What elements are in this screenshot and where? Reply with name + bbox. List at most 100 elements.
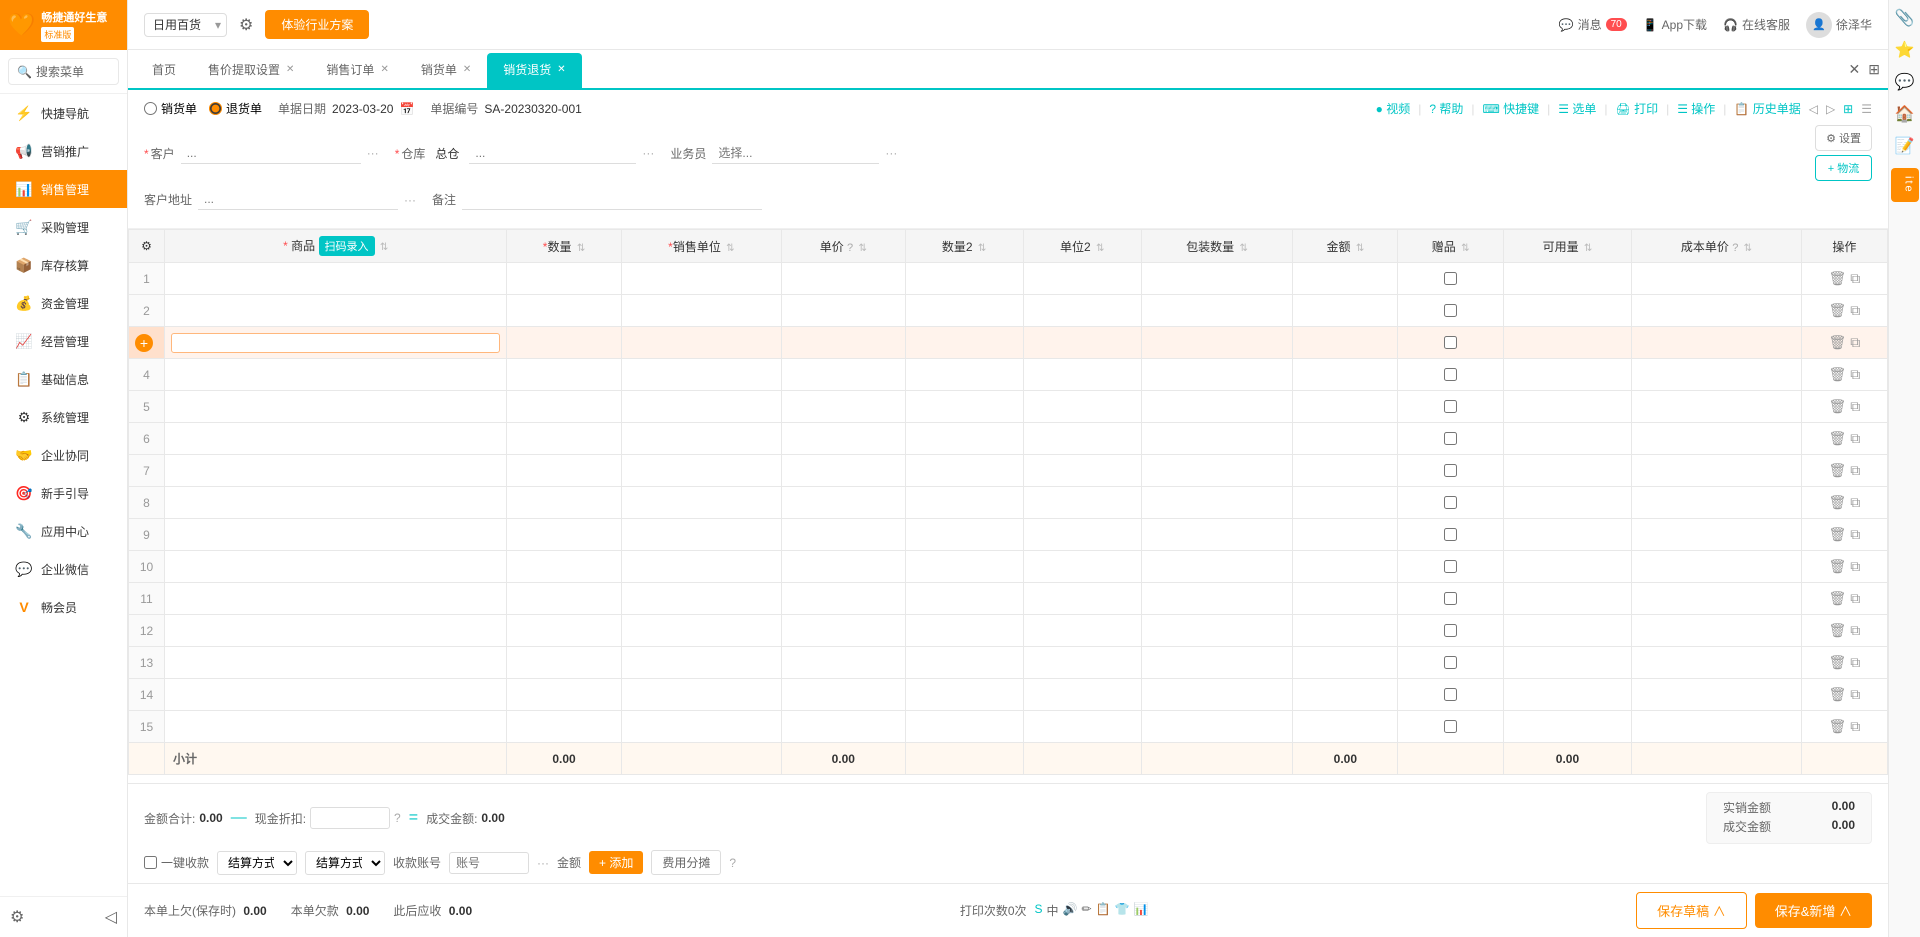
save-new-button[interactable]: 保存&新增 ∧: [1755, 893, 1872, 928]
tab-home[interactable]: 首页: [136, 53, 192, 88]
search-menu-button[interactable]: 🔍 搜索菜单: [8, 58, 119, 85]
row-1-pack-qty[interactable]: [1141, 263, 1292, 295]
accounting-method-select[interactable]: 结算方式: [217, 851, 297, 875]
row-2-available[interactable]: [1503, 295, 1631, 327]
toolbar-history[interactable]: 📋 历史单据: [1734, 100, 1800, 117]
row-2-qty[interactable]: [507, 295, 621, 327]
footer-icon-2[interactable]: 中: [1047, 902, 1059, 919]
help-icon[interactable]: ?: [394, 811, 401, 825]
row-3-available[interactable]: [1503, 327, 1631, 359]
row-3-unit2[interactable]: [1023, 327, 1141, 359]
row-3-copy-icon[interactable]: ⧉: [1850, 334, 1860, 351]
row-3-price[interactable]: [782, 327, 905, 359]
customer-input[interactable]: [181, 143, 361, 164]
tab-sale-close[interactable]: ✕: [463, 64, 471, 75]
qty2-sort[interactable]: ⇅: [978, 243, 986, 254]
footer-icon-7[interactable]: 📊: [1133, 902, 1148, 919]
available-sort[interactable]: ⇅: [1584, 243, 1592, 254]
barcode-scan-button[interactable]: 扫码录入: [319, 236, 375, 256]
unit2-sort[interactable]: ⇅: [1096, 243, 1104, 254]
sidebar-item-finance[interactable]: 💰 资金管理: [0, 284, 127, 322]
row-3-cost-price[interactable]: [1632, 327, 1802, 359]
right-sidebar-orange-tab[interactable]: ite: [1891, 168, 1919, 202]
salesperson-input[interactable]: [712, 143, 879, 164]
row-1-price[interactable]: [782, 263, 905, 295]
salesperson-more-icon[interactable]: ···: [885, 146, 897, 160]
sidebar-item-member[interactable]: V 畅会员: [0, 588, 127, 626]
toolbar-video[interactable]: ● 视频: [1376, 100, 1411, 117]
fee-help-icon[interactable]: ?: [729, 856, 736, 870]
sidebar-item-system[interactable]: ⚙ 系统管理: [0, 398, 127, 436]
user-profile-item[interactable]: 👤 徐泽华: [1806, 12, 1872, 38]
app-download-item[interactable]: 📱 App下载: [1643, 16, 1707, 33]
sidebar-item-apps[interactable]: 🔧 应用中心: [0, 512, 127, 550]
row-1-cost-price[interactable]: [1632, 263, 1802, 295]
footer-icon-5[interactable]: 📋: [1096, 902, 1111, 919]
row-2-product[interactable]: [165, 295, 507, 327]
row-1-product[interactable]: [165, 263, 507, 295]
sidebar-item-purchase[interactable]: 🛒 采购管理: [0, 208, 127, 246]
sidebar-item-wechat[interactable]: 💬 企业微信: [0, 550, 127, 588]
radio-sale-doc[interactable]: 销货单: [144, 100, 197, 117]
row-2-unit2[interactable]: [1023, 295, 1141, 327]
amount-sort[interactable]: ⇅: [1356, 243, 1364, 254]
toolbar-shortcuts[interactable]: ⌨ 快捷键: [1483, 100, 1540, 117]
sidebar-item-basics[interactable]: 📋 基础信息: [0, 360, 127, 398]
account-no-input[interactable]: [449, 852, 529, 874]
sidebar-settings-icon[interactable]: ⚙: [10, 907, 24, 927]
topbar-gear-icon[interactable]: ⚙: [239, 15, 253, 35]
sidebar-collapse-icon[interactable]: ◁: [105, 907, 117, 927]
toolbar-list-icon[interactable]: ☰: [1861, 102, 1872, 116]
footer-icon-3[interactable]: 🔊: [1063, 902, 1078, 919]
save-draft-button[interactable]: 保存草稿 ∧: [1636, 892, 1747, 929]
sidebar-item-enterprise[interactable]: 🤝 企业协同: [0, 436, 127, 474]
row-1-qty2[interactable]: [905, 263, 1023, 295]
row-3-gift[interactable]: [1398, 327, 1503, 359]
price-help-icon[interactable]: ?: [847, 242, 853, 254]
tab-sale-return-close[interactable]: ✕: [557, 64, 565, 75]
tab-fullscreen-icon[interactable]: ⊞: [1868, 61, 1880, 78]
sidebar-item-marketing[interactable]: 📢 营销推广: [0, 132, 127, 170]
row-2-copy-icon[interactable]: ⧉: [1850, 302, 1860, 319]
row-3-qty[interactable]: [507, 327, 621, 359]
notification-item[interactable]: 💬 消息 70: [1559, 16, 1627, 33]
right-sidebar-icon-3[interactable]: 💬: [1895, 72, 1915, 92]
sidebar-item-operations[interactable]: 📈 经营管理: [0, 322, 127, 360]
online-service-item[interactable]: 🎧 在线客服: [1723, 16, 1790, 33]
address-more-icon[interactable]: ···: [404, 193, 416, 207]
customer-more-icon[interactable]: ···: [367, 146, 379, 160]
row-1-gift[interactable]: [1398, 263, 1503, 295]
row-3-gift-check[interactable]: [1444, 336, 1457, 349]
product-sort[interactable]: ⇅: [380, 242, 388, 253]
row-2-delete-icon[interactable]: 🗑: [1829, 302, 1847, 319]
radio-return-doc[interactable]: 退货单: [209, 100, 262, 117]
row-2-amount[interactable]: [1293, 295, 1398, 327]
row-1-delete-icon[interactable]: 🗑: [1829, 270, 1847, 287]
row-3-amount[interactable]: [1293, 327, 1398, 359]
row-2-price[interactable]: [782, 295, 905, 327]
row-add-button[interactable]: +: [135, 334, 153, 352]
row-2-unit[interactable]: [621, 295, 781, 327]
right-sidebar-icon-1[interactable]: 📎: [1895, 8, 1915, 28]
add-payment-button[interactable]: + 添加: [589, 851, 643, 874]
unit-sort[interactable]: ⇅: [726, 243, 734, 254]
tab-sale[interactable]: 销货单 ✕: [405, 53, 487, 88]
toolbar-help[interactable]: ? 帮助: [1429, 100, 1463, 117]
calendar-icon[interactable]: 📅: [399, 102, 414, 116]
tab-sale-order-close[interactable]: ✕: [380, 64, 388, 75]
toolbar-grid-icon[interactable]: ⊞: [1843, 102, 1853, 116]
toolbar-select[interactable]: ☰ 选单: [1558, 100, 1596, 117]
fee-split-button[interactable]: 费用分摊: [651, 850, 721, 875]
row-1-available[interactable]: [1503, 263, 1631, 295]
warehouse-input[interactable]: [469, 143, 636, 164]
row-3-qty2[interactable]: [905, 327, 1023, 359]
right-sidebar-icon-2[interactable]: ⭐: [1895, 40, 1915, 60]
row-1-gift-check[interactable]: [1444, 272, 1457, 285]
price-sort[interactable]: ⇅: [859, 243, 867, 254]
setting-button[interactable]: ⚙ 设置: [1815, 125, 1872, 151]
tab-sale-price[interactable]: 售价提取设置 ✕: [192, 53, 310, 88]
row-3-unit[interactable]: [621, 327, 781, 359]
footer-icon-1[interactable]: S: [1035, 902, 1043, 919]
tab-sale-return[interactable]: 销货退货 ✕: [487, 53, 581, 88]
pack-sort[interactable]: ⇅: [1239, 243, 1247, 254]
